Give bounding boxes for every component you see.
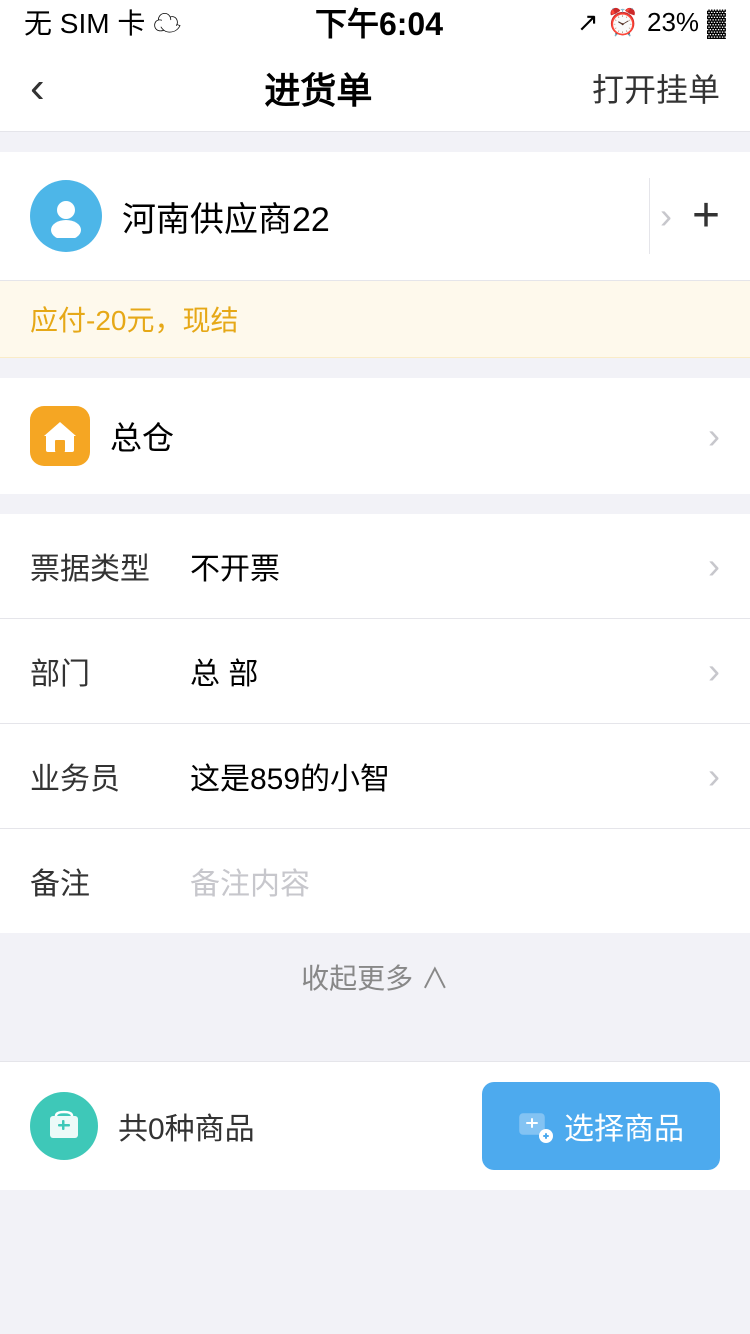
notice-bar: 应付-20元，现结 — [0, 281, 750, 358]
avatar-icon — [44, 194, 88, 238]
invoice-type-value: 不开票 — [190, 544, 708, 588]
back-button[interactable]: ‹ — [30, 66, 45, 110]
invoice-type-row[interactable]: 票据类型 不开票 › — [0, 514, 750, 619]
status-time: 下午6:04 — [315, 0, 443, 45]
warehouse-icon — [30, 406, 90, 466]
warehouse-section: 总仓 › — [0, 378, 750, 494]
remark-row[interactable]: 备注 备注内容 — [0, 829, 750, 933]
supplier-avatar — [30, 180, 102, 252]
status-left: 无 SIM 卡 ☁ — [24, 2, 181, 42]
section-gap-1 — [0, 132, 750, 152]
nav-bar: ‹ 进货单 打开挂单 — [0, 44, 750, 132]
warehouse-svg-icon — [42, 418, 78, 454]
salesperson-chevron-icon: › — [708, 755, 720, 797]
supplier-divider — [649, 178, 650, 255]
warehouse-chevron-icon: › — [708, 415, 720, 457]
salesperson-label: 业务员 — [30, 754, 190, 798]
bottom-bar: 共0种商品 选择商品 — [0, 1061, 750, 1190]
invoice-type-chevron-icon: › — [708, 545, 720, 587]
collapse-row[interactable]: 收起更多 ∧ — [0, 933, 750, 1021]
section-gap-4 — [0, 1021, 750, 1041]
collapse-label: 收起更多 ∧ — [301, 957, 449, 997]
salesperson-value: 这是859的小智 — [190, 754, 708, 798]
remark-input[interactable]: 备注内容 — [190, 859, 720, 903]
supplier-row[interactable]: 河南供应商22 › + — [0, 152, 750, 281]
status-bar: 无 SIM 卡 ☁ 下午6:04 ↗ ⏰ 23% ▓ — [0, 0, 750, 44]
remark-label: 备注 — [30, 859, 190, 903]
battery-text: 23% — [647, 7, 699, 38]
add-supplier-button[interactable]: + — [692, 192, 720, 240]
cart-icon — [44, 1106, 84, 1146]
notice-text: 应付-20元，现结 — [30, 305, 238, 336]
section-gap-2 — [0, 358, 750, 378]
section-gap-3 — [0, 494, 750, 514]
supplier-section: 河南供应商22 › + 应付-20元，现结 — [0, 152, 750, 358]
alarm-icon: ⏰ — [607, 7, 639, 38]
invoice-type-label: 票据类型 — [30, 544, 190, 588]
select-product-icon — [518, 1108, 554, 1144]
carrier-text: 无 SIM 卡 ☁ — [24, 2, 181, 42]
form-section: 票据类型 不开票 › 部门 总 部 › 业务员 这是859的小智 › 备注 备注… — [0, 514, 750, 933]
warehouse-name: 总仓 — [110, 413, 708, 459]
select-product-label: 选择商品 — [564, 1104, 684, 1148]
department-value: 总 部 — [190, 649, 708, 693]
department-row[interactable]: 部门 总 部 › — [0, 619, 750, 724]
supplier-chevron-icon: › — [660, 195, 672, 237]
open-pending-button[interactable]: 打开挂单 — [592, 65, 720, 111]
warehouse-row[interactable]: 总仓 › — [0, 378, 750, 494]
status-right: ↗ ⏰ 23% ▓ — [577, 7, 726, 38]
page-title: 进货单 — [264, 62, 372, 114]
salesperson-row[interactable]: 业务员 这是859的小智 › — [0, 724, 750, 829]
select-product-button[interactable]: 选择商品 — [482, 1082, 720, 1170]
supplier-name: 河南供应商22 — [122, 192, 660, 241]
product-count-text: 共0种商品 — [118, 1104, 482, 1148]
department-label: 部门 — [30, 649, 190, 693]
department-chevron-icon: › — [708, 650, 720, 692]
battery-icon: ▓ — [707, 7, 726, 38]
product-icon — [30, 1092, 98, 1160]
location-icon: ↗ — [577, 7, 599, 38]
